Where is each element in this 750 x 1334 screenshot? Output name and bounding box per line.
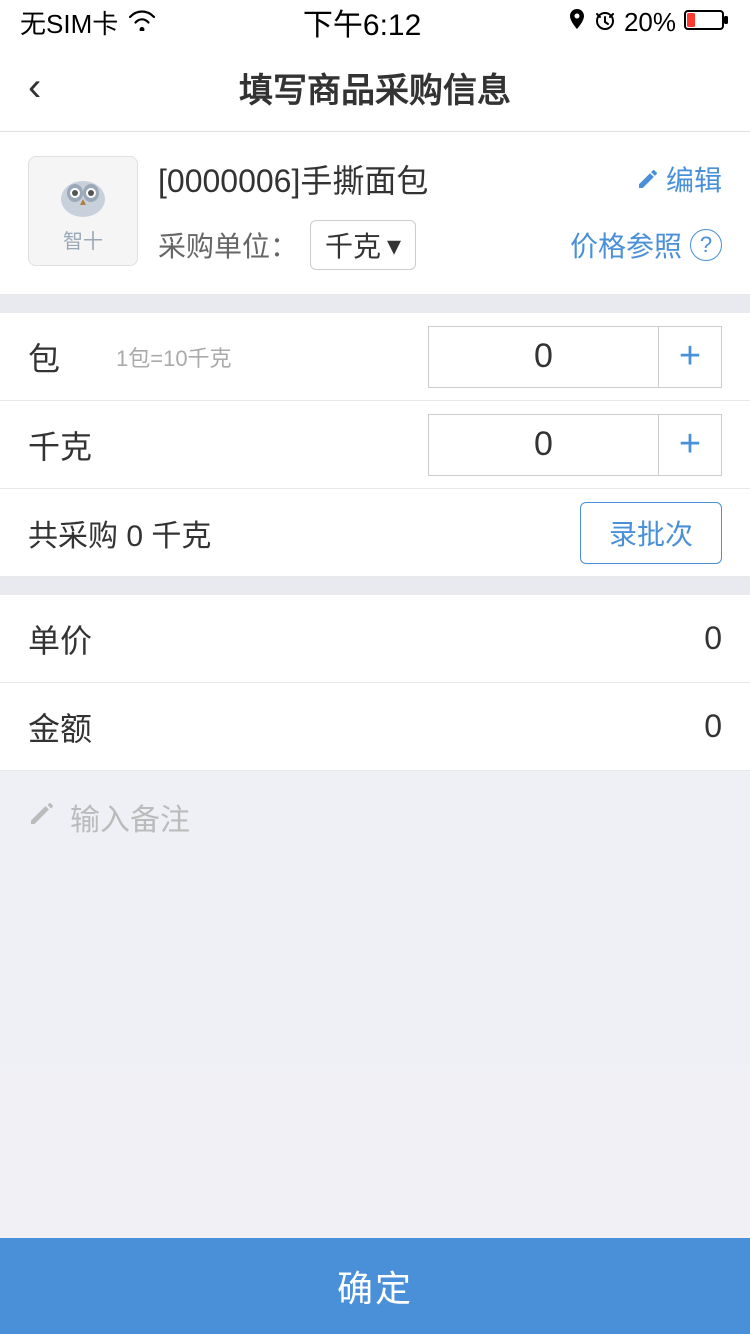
alarm-icon <box>594 7 616 38</box>
batch-button[interactable]: 录批次 <box>580 502 722 564</box>
back-button[interactable]: ‹ <box>28 65 41 110</box>
edit-label: 编辑 <box>666 159 722 199</box>
unit-label: 采购单位： <box>158 225 298 265</box>
unit-price-label: 单价 <box>28 616 92 662</box>
pack-label: 包 <box>28 334 108 380</box>
pack-input[interactable] <box>428 326 658 388</box>
summary-unit: 千克 <box>151 520 211 553</box>
summary-label: 共采购 <box>28 520 118 553</box>
confirm-button[interactable]: 确定 <box>0 1238 750 1334</box>
price-ref-button[interactable]: 价格参照 ? <box>570 225 722 265</box>
product-card: 智十 [0000006]手撕面包 编辑 采购单位： 千克 ▾ 价格参照 ? <box>0 132 750 295</box>
kg-plus-button[interactable]: + <box>658 414 722 476</box>
unit-value: 千克 <box>325 225 381 265</box>
summary-text: 共采购 0 千克 <box>28 511 211 555</box>
pack-sublabel: 1包=10千克 <box>116 341 232 373</box>
section-divider-2 <box>0 577 750 595</box>
amount-value: 0 <box>704 708 722 745</box>
pack-input-row: 包 1包=10千克 + <box>0 313 750 401</box>
section-divider-1 <box>0 295 750 313</box>
carrier-label: 无SIM卡 <box>20 4 118 41</box>
kg-input[interactable] <box>428 414 658 476</box>
location-icon <box>568 7 586 38</box>
price-ref-label: 价格参照 <box>570 225 682 265</box>
note-section[interactable]: 输入备注 <box>0 771 750 1071</box>
battery-percent: 20% <box>624 7 676 38</box>
unit-price-value: 0 <box>704 620 722 657</box>
input-section: 包 1包=10千克 + 千克 + 共采购 0 千克 录批次 <box>0 313 750 577</box>
amount-row: 金额 0 <box>0 683 750 771</box>
product-image: 智十 <box>28 156 138 266</box>
status-bar: 无SIM卡 下午6:12 20% <box>0 0 750 44</box>
product-name: [0000006]手撕面包 <box>158 156 428 202</box>
nav-bar: ‹ 填写商品采购信息 <box>0 44 750 132</box>
kg-input-row: 千克 + <box>0 401 750 489</box>
summary-row: 共采购 0 千克 录批次 <box>0 489 750 577</box>
product-owl-icon <box>53 169 113 229</box>
kg-label: 千克 <box>28 422 108 468</box>
edit-button[interactable]: 编辑 <box>636 159 722 199</box>
unit-select[interactable]: 千克 ▾ <box>310 220 416 270</box>
dropdown-icon: ▾ <box>387 229 401 262</box>
summary-amount: 0 <box>126 520 143 553</box>
page-title: 填写商品采购信息 <box>239 63 511 112</box>
pack-plus-button[interactable]: + <box>658 326 722 388</box>
wifi-icon <box>128 7 156 38</box>
status-bar-right: 20% <box>568 7 730 38</box>
product-info: [0000006]手撕面包 编辑 采购单位： 千克 ▾ 价格参照 ? <box>158 156 722 270</box>
battery-icon <box>684 7 730 38</box>
price-ref-help-icon: ? <box>690 229 722 261</box>
note-placeholder: 输入备注 <box>70 795 190 839</box>
amount-label: 金额 <box>28 704 92 750</box>
status-bar-left: 无SIM卡 <box>20 4 156 41</box>
pencil-icon <box>28 799 56 834</box>
unit-price-row: 单价 0 <box>0 595 750 683</box>
status-bar-time: 下午6:12 <box>303 0 421 44</box>
price-section: 单价 0 金额 0 <box>0 595 750 771</box>
product-image-text: 智十 <box>63 225 103 254</box>
